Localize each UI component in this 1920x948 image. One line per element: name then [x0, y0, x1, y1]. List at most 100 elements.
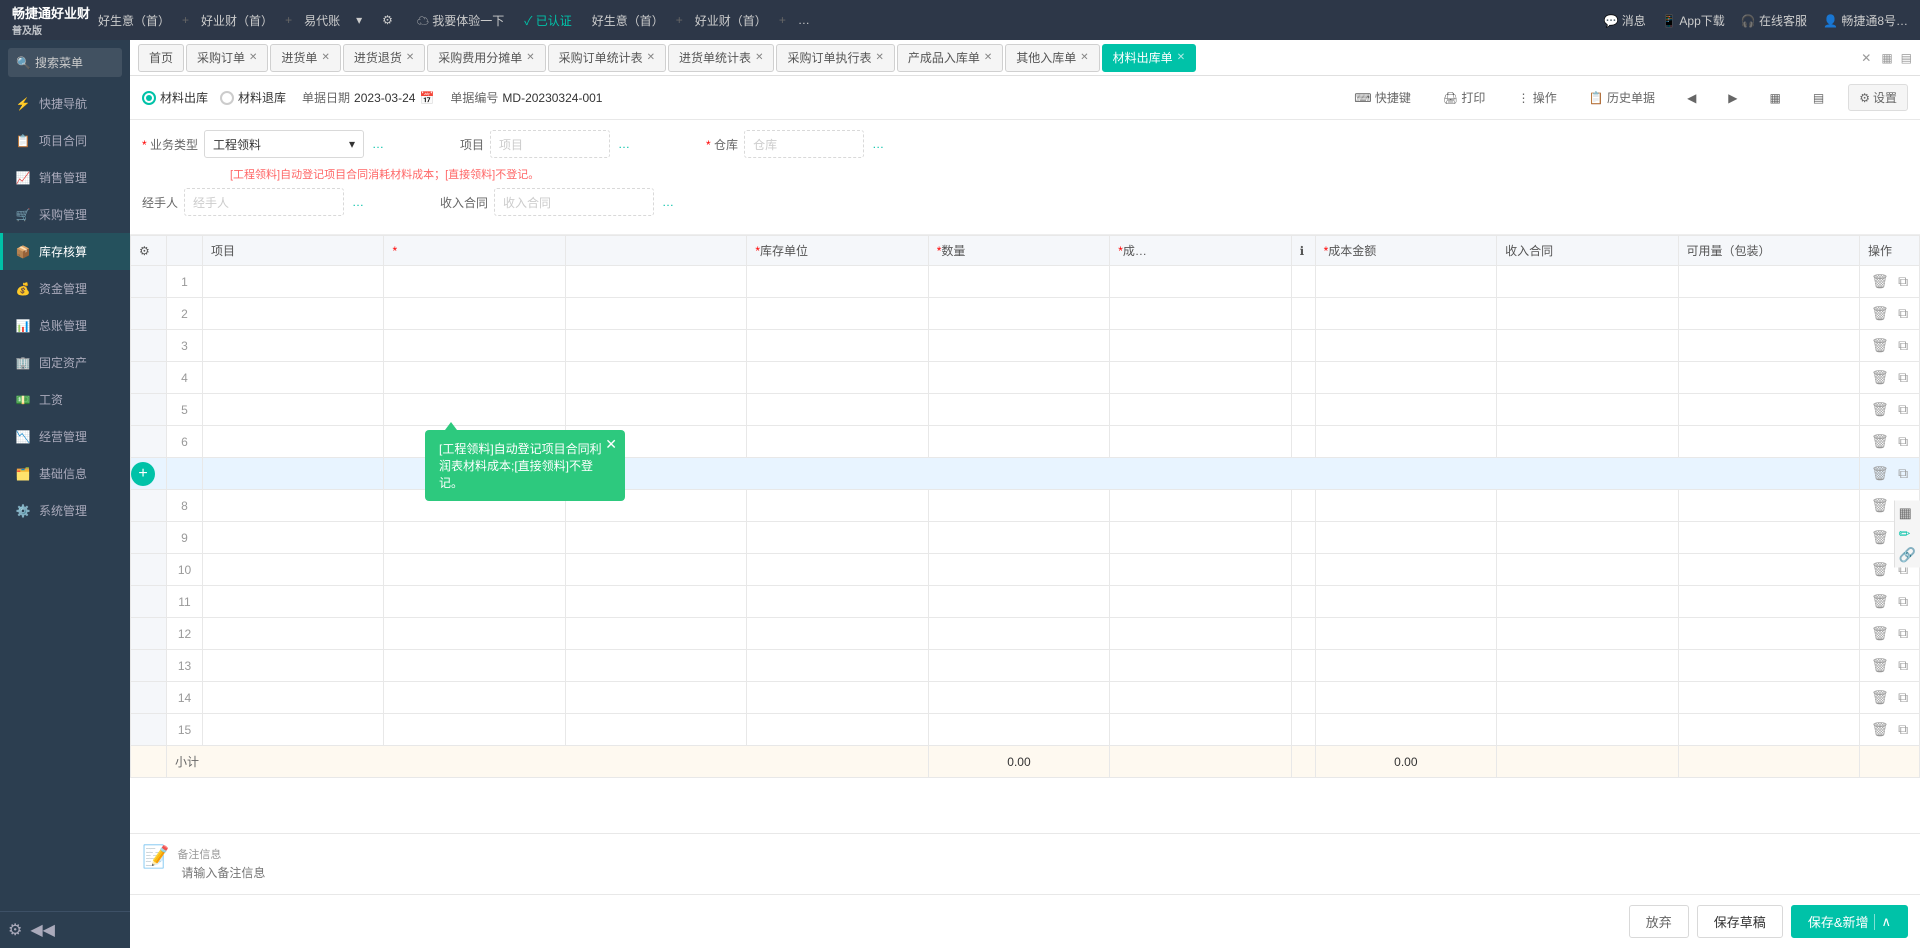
- sidebar-item-purchase[interactable]: 🛒 采购管理: [0, 196, 130, 233]
- tab-layout-list[interactable]: ▤: [1901, 51, 1912, 65]
- sidebar-item-shortcut[interactable]: ⚡ 快捷导航: [0, 85, 130, 122]
- delete-row-button[interactable]: 🗑: [1868, 465, 1892, 481]
- tab-close-incoming[interactable]: ✕: [321, 52, 329, 63]
- tab-purchase-expense[interactable]: 采购费用分摊单 ✕: [427, 44, 545, 72]
- delete-row-button[interactable]: 🗑: [1868, 721, 1892, 737]
- save-new-button[interactable]: 保存&新增 ∧: [1791, 905, 1908, 938]
- input-spec[interactable]: [566, 298, 746, 329]
- tab-close-incoming-stat[interactable]: ✕: [755, 52, 763, 63]
- delete-row-button[interactable]: 🗑: [1868, 529, 1892, 545]
- nav-item-settings[interactable]: ▾: [356, 13, 362, 27]
- input-project[interactable]: [203, 298, 383, 329]
- tab-purchase-stat[interactable]: 采购订单统计表 ✕: [548, 44, 666, 72]
- nav-item-yidaizhang[interactable]: 易代账: [304, 12, 340, 29]
- input-cost-price[interactable]: [1110, 266, 1290, 297]
- sidebar-item-assets[interactable]: 🏢 固定资产: [0, 344, 130, 381]
- td-spec[interactable]: [565, 266, 746, 298]
- nav-item-haoyecai2[interactable]: 好业财（首）: [695, 12, 767, 29]
- tab-layout-grid[interactable]: ▦: [1881, 51, 1892, 65]
- business-type-ellipsis[interactable]: …: [372, 137, 384, 151]
- history-button[interactable]: 📋 历史单据: [1581, 85, 1663, 110]
- tab-close-purchase-exec[interactable]: ✕: [875, 52, 883, 63]
- warehouse-input[interactable]: 仓库: [744, 130, 864, 158]
- tab-product-in[interactable]: 产成品入库单 ✕: [897, 44, 1003, 72]
- copy-row-button[interactable]: ⧉: [1895, 721, 1911, 737]
- tab-incoming-stat[interactable]: 进货单统计表 ✕: [668, 44, 774, 72]
- warehouse-ellipsis[interactable]: …: [872, 137, 884, 151]
- copy-row-button[interactable]: ⧉: [1895, 593, 1911, 609]
- copy-row-button[interactable]: ⧉: [1895, 657, 1911, 673]
- income-contract-input[interactable]: 收入合同: [494, 188, 654, 216]
- discard-button[interactable]: 放弃: [1629, 905, 1689, 938]
- notes-input[interactable]: [177, 862, 340, 884]
- sidebar-item-sales[interactable]: 📈 销售管理: [0, 159, 130, 196]
- save-new-arrow-icon[interactable]: ∧: [1874, 914, 1891, 930]
- delete-row-button[interactable]: 🗑: [1868, 273, 1892, 289]
- print-button[interactable]: 🖨 打印: [1435, 85, 1494, 110]
- td-cost-amount[interactable]: [1315, 266, 1496, 298]
- sidebar-item-system[interactable]: ⚙️ 系统管理: [0, 492, 130, 529]
- delete-row-button[interactable]: 🗑: [1868, 593, 1892, 609]
- sidebar-settings-button[interactable]: ⚙: [8, 920, 22, 940]
- sidebar-item-finance[interactable]: 💰 资金管理: [0, 270, 130, 307]
- tab-close-purchase-order[interactable]: ✕: [249, 52, 257, 63]
- sidebar-item-salary[interactable]: 💵 工资: [0, 381, 130, 418]
- settings-button[interactable]: ⚙ 设置: [1848, 84, 1908, 111]
- radio-material-return[interactable]: 材料退库: [220, 89, 286, 106]
- tab-close-material-out[interactable]: ✕: [1177, 52, 1185, 63]
- copy-row-button[interactable]: ⧉: [1895, 433, 1911, 449]
- nav-item-haoyecai[interactable]: 好业财（首）: [201, 12, 273, 29]
- input-project[interactable]: [203, 266, 383, 297]
- prev-doc-button[interactable]: ◀: [1679, 87, 1704, 109]
- delete-row-button[interactable]: 🗑: [1868, 497, 1892, 513]
- nav-item-settings-gear[interactable]: ⚙: [382, 13, 393, 27]
- sidebar-item-inventory[interactable]: 📦 库存核算: [0, 233, 130, 270]
- layout-list-button[interactable]: ▤: [1805, 87, 1832, 109]
- delete-row-button[interactable]: 🗑: [1868, 401, 1892, 417]
- input-income-contract[interactable]: [1497, 298, 1677, 329]
- delete-row-button[interactable]: 🗑: [1868, 433, 1892, 449]
- sidebar-item-basic[interactable]: 🗂️ 基础信息: [0, 455, 130, 492]
- td-cost-price[interactable]: [1110, 266, 1291, 298]
- copy-row-button[interactable]: ⧉: [1895, 625, 1911, 641]
- sidebar-item-project[interactable]: 📋 项目合同: [0, 122, 130, 159]
- delete-row-button[interactable]: 🗑: [1868, 625, 1892, 641]
- tab-close-purchase-stat[interactable]: ✕: [647, 52, 655, 63]
- delete-row-button[interactable]: 🗑: [1868, 369, 1892, 385]
- tab-purchase-order[interactable]: 采购订单 ✕: [186, 44, 268, 72]
- tab-incoming[interactable]: 进货单 ✕: [270, 44, 340, 72]
- nav-item-haoshengyi2[interactable]: 好生意（首）: [592, 12, 664, 29]
- right-panel-icon1[interactable]: ▦: [1899, 505, 1916, 522]
- sidebar-item-accounting[interactable]: 📊 总账管理: [0, 307, 130, 344]
- input-cost-amount[interactable]: [1316, 298, 1496, 329]
- delete-row-button[interactable]: 🗑: [1868, 337, 1892, 353]
- input-material[interactable]: [384, 266, 564, 297]
- project-input[interactable]: 项目: [490, 130, 610, 158]
- input-available[interactable]: [1679, 266, 1860, 297]
- delete-row-button[interactable]: 🗑: [1868, 689, 1892, 705]
- tab-global-close[interactable]: ✕: [1861, 51, 1871, 65]
- sidebar-collapse-button[interactable]: ◀◀: [30, 920, 55, 940]
- input-quantity[interactable]: [929, 266, 1109, 297]
- input-spec[interactable]: [566, 266, 746, 297]
- nav-app-download[interactable]: 📱 App下载: [1662, 12, 1725, 29]
- input-cost-price[interactable]: [1110, 298, 1290, 329]
- income-contract-ellipsis[interactable]: …: [662, 195, 674, 209]
- business-type-select[interactable]: 工程领料 ▾: [204, 130, 364, 158]
- search-menu-button[interactable]: 🔍 搜索菜单: [8, 48, 122, 77]
- radio-material-out[interactable]: 材料出库: [142, 89, 208, 106]
- right-panel-icon2[interactable]: ✏: [1899, 526, 1916, 543]
- nav-item-experience[interactable]: ☁ 我要体验一下: [417, 12, 504, 29]
- tab-other-in[interactable]: 其他入库单 ✕: [1005, 44, 1099, 72]
- input-material[interactable]: [384, 298, 564, 329]
- save-draft-button[interactable]: 保存草稿: [1697, 905, 1783, 938]
- tab-close-incoming-return[interactable]: ✕: [406, 52, 414, 63]
- th-settings[interactable]: ⚙: [131, 236, 167, 266]
- delete-row-button[interactable]: 🗑: [1868, 657, 1892, 673]
- copy-row-button[interactable]: ⧉: [1895, 401, 1911, 417]
- handler-input[interactable]: 经手人: [184, 188, 344, 216]
- copy-row-button[interactable]: ⧉: [1895, 369, 1911, 385]
- tab-incoming-return[interactable]: 进货退货 ✕: [343, 44, 425, 72]
- input-quantity[interactable]: [929, 298, 1109, 329]
- td-income-contract[interactable]: [1497, 266, 1678, 298]
